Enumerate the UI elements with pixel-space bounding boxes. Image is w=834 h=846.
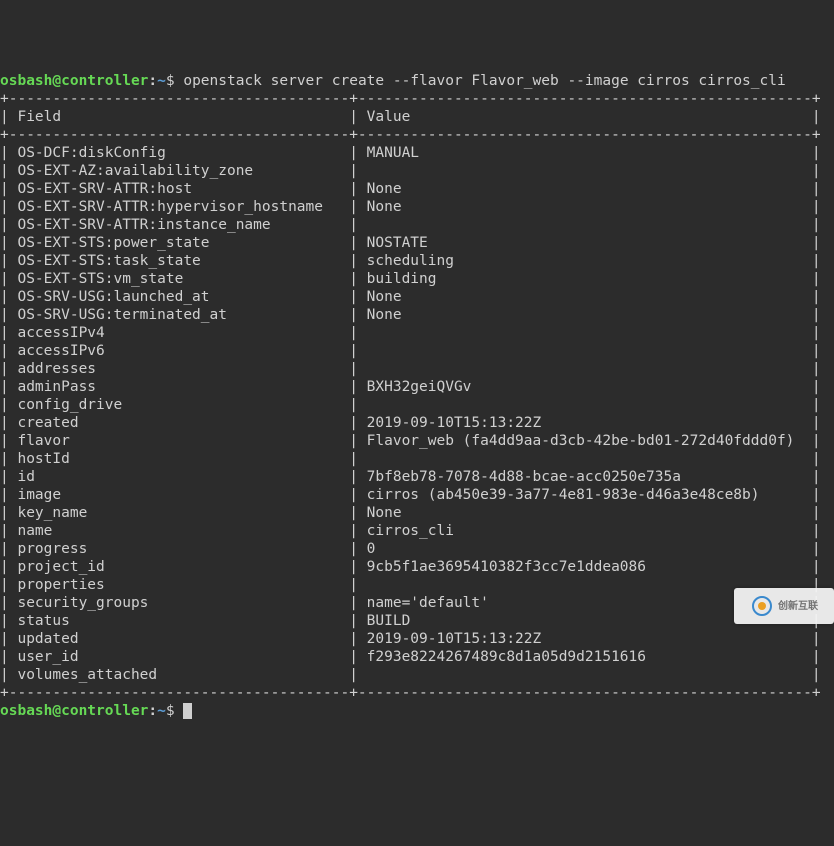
prompt-symbol-2: $ xyxy=(166,703,183,719)
table-row: | status | BUILD | xyxy=(0,613,821,629)
table-row: | image | cirros (ab450e39-3a77-4e81-983… xyxy=(0,487,821,503)
table-row: | properties | | xyxy=(0,577,821,593)
table-border-top: +---------------------------------------… xyxy=(0,91,821,107)
watermark: 创新互联 xyxy=(734,588,834,624)
table-row: | accessIPv4 | | xyxy=(0,325,821,341)
table-row: | security_groups | name='default' | xyxy=(0,595,821,611)
table-row: | id | 7bf8eb78-7078-4d88-bcae-acc0250e7… xyxy=(0,469,821,485)
table-row: | OS-SRV-USG:launched_at | None | xyxy=(0,289,821,305)
table-row: | accessIPv6 | | xyxy=(0,343,821,359)
table-row: | user_id | f293e8224267489c8d1a05d9d215… xyxy=(0,649,821,665)
table-border-bottom: +---------------------------------------… xyxy=(0,685,821,701)
terminal-output: osbash@controller:~$ openstack server cr… xyxy=(0,72,834,720)
table-row: | OS-DCF:diskConfig | MANUAL | xyxy=(0,145,821,161)
table-border-mid: +---------------------------------------… xyxy=(0,127,821,143)
table-row: | config_drive | | xyxy=(0,397,821,413)
table-row: | OS-EXT-SRV-ATTR:hypervisor_hostname | … xyxy=(0,199,821,215)
table-row: | volumes_attached | | xyxy=(0,667,821,683)
table-row: | adminPass | BXH32geiQVGv | xyxy=(0,379,821,395)
prompt-path-2: ~ xyxy=(157,703,166,719)
command-text: openstack server create --flavor Flavor_… xyxy=(183,73,785,89)
table-row: | created | 2019-09-10T15:13:22Z | xyxy=(0,415,821,431)
table-row: | flavor | Flavor_web (fa4dd9aa-d3cb-42b… xyxy=(0,433,821,449)
table-row: | OS-EXT-AZ:availability_zone | | xyxy=(0,163,821,179)
table-header-row: | Field | Value | xyxy=(0,109,821,125)
table-row: | updated | 2019-09-10T15:13:22Z | xyxy=(0,631,821,647)
prompt-user: osbash@controller xyxy=(0,73,148,89)
table-row: | OS-EXT-STS:power_state | NOSTATE | xyxy=(0,235,821,251)
prompt-user-2: osbash@controller xyxy=(0,703,148,719)
prompt-separator: : xyxy=(148,73,157,89)
watermark-text: 创新互联 xyxy=(778,601,818,612)
prompt-symbol: $ xyxy=(166,73,183,89)
table-row: | hostId | | xyxy=(0,451,821,467)
table-row: | progress | 0 | xyxy=(0,541,821,557)
table-row: | OS-EXT-STS:task_state | scheduling | xyxy=(0,253,821,269)
table-row: | addresses | | xyxy=(0,361,821,377)
prompt-path: ~ xyxy=(157,73,166,89)
table-row: | OS-SRV-USG:terminated_at | None | xyxy=(0,307,821,323)
table-row: | OS-EXT-SRV-ATTR:instance_name | | xyxy=(0,217,821,233)
table-row: | OS-EXT-SRV-ATTR:host | None | xyxy=(0,181,821,197)
prompt-separator-2: : xyxy=(148,703,157,719)
table-row: | project_id | 9cb5f1ae3695410382f3cc7e1… xyxy=(0,559,821,575)
table-row: | OS-EXT-STS:vm_state | building | xyxy=(0,271,821,287)
table-row: | name | cirros_cli | xyxy=(0,523,821,539)
cursor[interactable] xyxy=(183,703,192,719)
table-row: | key_name | None | xyxy=(0,505,821,521)
